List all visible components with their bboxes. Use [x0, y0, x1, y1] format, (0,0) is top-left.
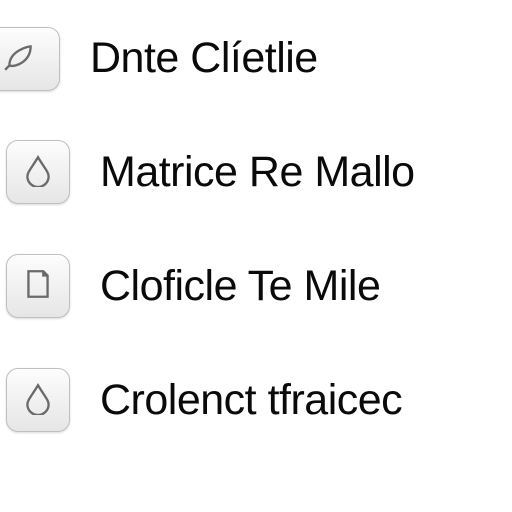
item-label: Crolenct tfraicec	[100, 376, 402, 425]
item-button-3[interactable]	[6, 254, 70, 318]
list-item[interactable]: Matrice Re Mallo	[0, 132, 512, 212]
item-button-1[interactable]	[0, 27, 60, 91]
list-item[interactable]: Crolenct tfraicec	[0, 360, 512, 440]
note-icon	[21, 267, 55, 306]
item-button-4[interactable]	[6, 368, 70, 432]
list-item[interactable]: Dnte Clíetlie	[0, 18, 512, 98]
drop-icon	[21, 153, 55, 192]
item-label: Dnte Clíetlie	[90, 34, 318, 83]
item-label: Cloficle Te Mile	[100, 262, 380, 311]
item-label: Matrice Re Mallo	[100, 148, 415, 197]
list-item[interactable]: Cloficle Te Mile	[0, 246, 512, 326]
item-button-2[interactable]	[6, 140, 70, 204]
leaf-icon	[3, 40, 37, 79]
drop-outline-icon	[21, 381, 55, 420]
